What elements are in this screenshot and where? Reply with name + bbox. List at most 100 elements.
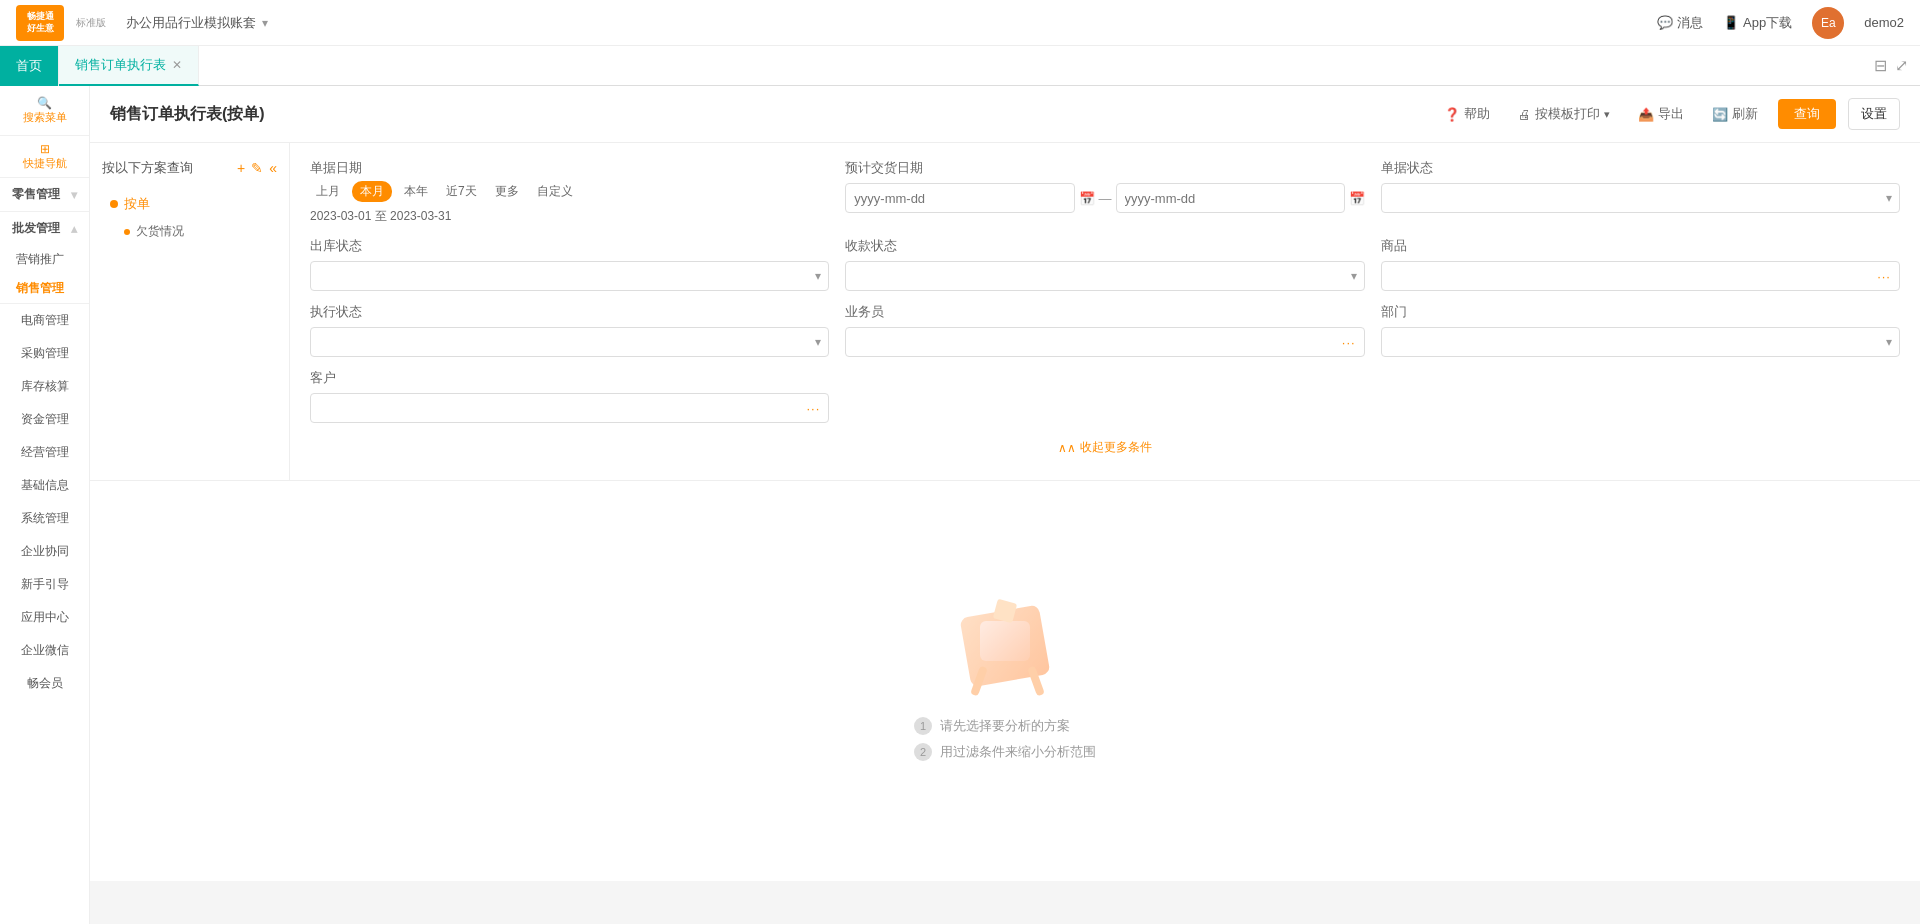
sidebar-item-retail[interactable]: 零售管理 ▾ (0, 178, 89, 211)
app-logo: 畅捷通 好生意 (16, 5, 64, 41)
logo-line1: 畅捷通 (27, 11, 54, 23)
tab-home[interactable]: 首页 (0, 46, 59, 86)
date-tag-last-month[interactable]: 上月 (310, 181, 346, 202)
warehouse-status-select[interactable] (310, 261, 829, 291)
date-tag-7days[interactable]: 近7天 (440, 181, 483, 202)
template-print-button[interactable]: 🖨 按模板打印 ▾ (1510, 101, 1618, 127)
delivery-label: 预计交货日期 (845, 160, 923, 175)
date-tag-custom[interactable]: 自定义 (531, 181, 579, 202)
settings-button[interactable]: 设置 (1848, 98, 1900, 130)
username-label[interactable]: demo2 (1864, 15, 1904, 30)
order-status-label: 单据状态 (1381, 160, 1433, 175)
page-actions: ❓ 帮助 🖨 按模板打印 ▾ 📤 导出 🔄 刷新 查询 设置 (1436, 98, 1900, 130)
sidebar-item-wholesale[interactable]: 批发管理 ▴ (0, 212, 89, 245)
sidebar-group-wholesale: 批发管理 ▴ 营销推广 销售管理 (0, 212, 89, 304)
sidebar-search[interactable]: 🔍 搜索菜单 (0, 86, 89, 136)
sidebar-item-wechat[interactable]: 企业微信 (0, 634, 89, 667)
sidebar-item-system[interactable]: 系统管理 (0, 502, 89, 535)
app-download-button[interactable]: 📱 App下载 (1723, 14, 1792, 32)
edit-scheme-icon[interactable]: ✎ (251, 160, 263, 176)
scheme-dot-icon (110, 200, 118, 208)
customer-dots-button[interactable]: ··· (806, 401, 820, 416)
department-label: 部门 (1381, 304, 1407, 319)
filter-cell-customer: 客户 ··· (310, 369, 829, 423)
print-icon: 🖨 (1518, 107, 1531, 122)
salesman-label: 业务员 (845, 304, 884, 319)
collapse-bar[interactable]: ∧∧ 收起更多条件 (310, 431, 1900, 464)
salesman-dots-button[interactable]: ··· (1342, 335, 1356, 350)
date-range-display: 2023-03-01 至 2023-03-31 (310, 208, 829, 225)
filter-cell-date: 单据日期 上月 本月 本年 近7天 更多 自定义 2023-03-01 至 20… (310, 159, 829, 225)
step-2-num: 2 (914, 743, 932, 761)
empty-steps-list: 1 请先选择要分析的方案 2 用过滤条件来缩小分析范围 (914, 717, 1096, 761)
empty-state: 1 请先选择要分析的方案 2 用过滤条件来缩小分析范围 (90, 481, 1920, 881)
nav-icon: ⊞ (40, 142, 50, 156)
exec-status-label: 执行状态 (310, 304, 362, 319)
collapse-scheme-icon[interactable]: « (269, 160, 277, 176)
user-avatar[interactable]: Ea (1812, 7, 1844, 39)
filter-content: 单据日期 上月 本月 本年 近7天 更多 自定义 2023-03-01 至 20… (290, 143, 1920, 480)
order-status-select[interactable] (1381, 183, 1900, 213)
order-status-select-wrapper: ▾ (1381, 183, 1900, 213)
warehouse-status-select-wrapper: ▾ (310, 261, 829, 291)
logo-badge: 标准版 (76, 16, 106, 30)
date-tag-this-year[interactable]: 本年 (398, 181, 434, 202)
tab-expand-icon[interactable]: ⤢ (1895, 56, 1908, 75)
left-scheme-panel: 按以下方案查询 + ✎ « 按单 欠货情况 (90, 143, 290, 480)
tab-sales-order-exec[interactable]: 销售订单执行表 ✕ (59, 46, 199, 86)
refresh-button[interactable]: 🔄 刷新 (1704, 101, 1766, 127)
delivery-dash: — (1099, 191, 1112, 206)
delivery-start-calendar-icon[interactable]: 📅 (1079, 191, 1095, 206)
industry-selector[interactable]: 办公用品行业模拟账套 ▾ (126, 14, 268, 32)
sidebar-item-ecommerce[interactable]: 电商管理 (0, 304, 89, 337)
scheme-panel-header: 按以下方案查询 + ✎ « (102, 159, 277, 177)
sidebar-item-basic[interactable]: 基础信息 (0, 469, 89, 502)
sidebar-item-newbie[interactable]: 新手引导 (0, 568, 89, 601)
goods-dots-button[interactable]: ··· (1877, 269, 1891, 284)
filter-row-1: 单据日期 上月 本月 本年 近7天 更多 自定义 2023-03-01 至 20… (310, 159, 1900, 225)
collapse-icon: ∧∧ (1058, 441, 1076, 455)
scheme-sub-dot-icon (124, 229, 130, 235)
help-button[interactable]: ❓ 帮助 (1436, 101, 1498, 127)
tab-minimize-icon[interactable]: ⊟ (1874, 56, 1887, 75)
step-1-num: 1 (914, 717, 932, 735)
date-tag-more[interactable]: 更多 (489, 181, 525, 202)
sidebar-item-finance[interactable]: 资金管理 (0, 403, 89, 436)
search-icon: 🔍 (37, 96, 52, 110)
add-scheme-icon[interactable]: + (237, 160, 245, 176)
department-select[interactable] (1381, 327, 1900, 357)
sidebar-item-inventory[interactable]: 库存核算 (0, 370, 89, 403)
exec-status-select[interactable] (310, 327, 829, 357)
sidebar-item-purchase[interactable]: 采购管理 (0, 337, 89, 370)
sidebar-item-sales[interactable]: 销售管理 (0, 274, 89, 303)
sidebar-item-enterprise[interactable]: 企业协同 (0, 535, 89, 568)
delivery-start-input[interactable] (845, 183, 1074, 213)
delivery-end-input[interactable] (1116, 183, 1345, 213)
sidebar-quick-nav[interactable]: ⊞ 快捷导航 (0, 136, 89, 178)
scheme-item-按单[interactable]: 按单 (102, 189, 277, 219)
tab-bar: 首页 销售订单执行表 ✕ ⊟ ⤢ (0, 46, 1920, 86)
filter-cell-warehouse-status: 出库状态 ▾ (310, 237, 829, 291)
query-button[interactable]: 查询 (1778, 99, 1836, 129)
delivery-end-calendar-icon[interactable]: 📅 (1349, 191, 1365, 206)
sidebar-item-marketing[interactable]: 营销推广 (0, 245, 89, 274)
date-label: 单据日期 (310, 159, 362, 177)
export-button[interactable]: 📤 导出 (1630, 101, 1692, 127)
message-icon: 💬 (1657, 15, 1673, 30)
scheme-sub-欠货情况[interactable]: 欠货情况 (102, 219, 277, 244)
filter-row-4: 客户 ··· (310, 369, 1900, 423)
sidebar-item-app-center[interactable]: 应用中心 (0, 601, 89, 634)
collection-status-select[interactable] (845, 261, 1364, 291)
print-chevron-icon: ▾ (1604, 108, 1610, 121)
exec-status-select-wrapper: ▾ (310, 327, 829, 357)
sidebar: 🔍 搜索菜单 ⊞ 快捷导航 零售管理 ▾ 批发管理 ▴ 营销推广 销售管理 电商… (0, 86, 90, 924)
date-tag-this-month[interactable]: 本月 (352, 181, 392, 202)
tab-close-icon[interactable]: ✕ (172, 58, 182, 72)
filter-cell-collection-status: 收款状态 ▾ (845, 237, 1364, 291)
empty-illustration (945, 601, 1065, 701)
message-button[interactable]: 💬 消息 (1657, 14, 1703, 32)
help-icon: ❓ (1444, 107, 1460, 122)
sidebar-item-member[interactable]: 畅会员 (0, 667, 89, 700)
date-tags: 上月 本月 本年 近7天 更多 自定义 (310, 181, 829, 202)
sidebar-item-operations[interactable]: 经营管理 (0, 436, 89, 469)
